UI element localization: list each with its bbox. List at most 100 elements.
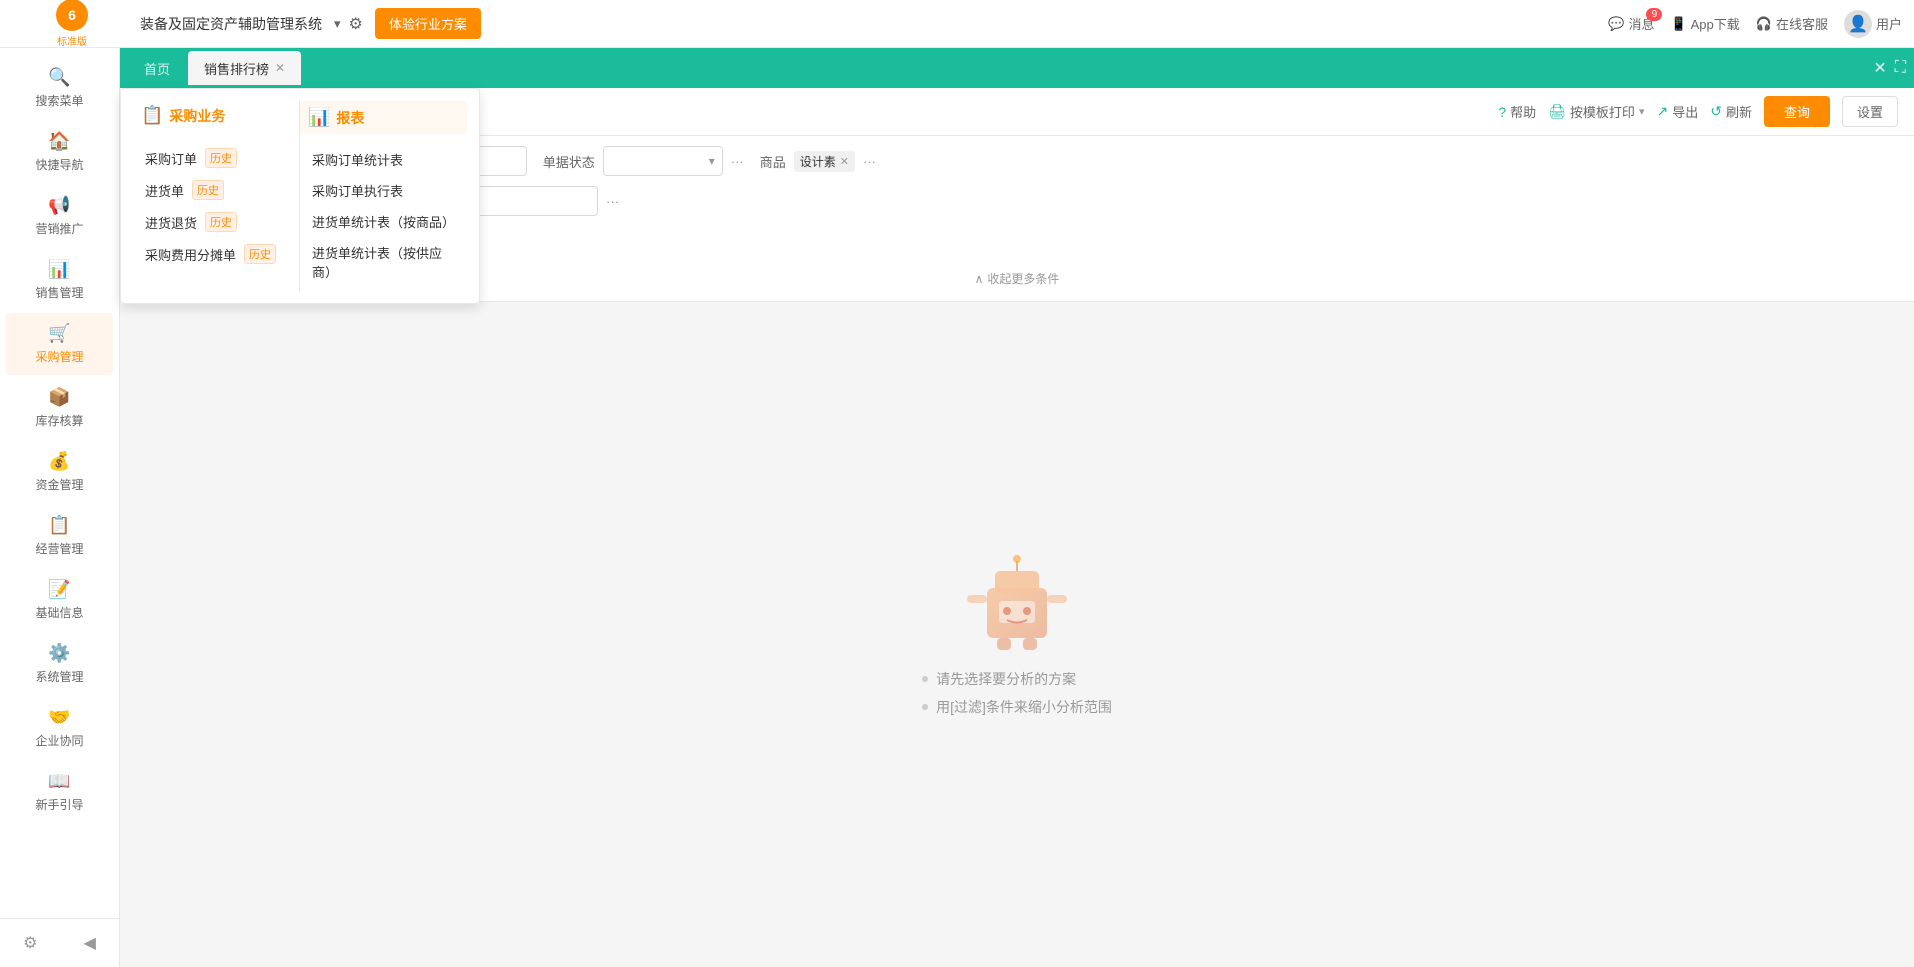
- logo-subtitle: 标准版: [57, 33, 87, 48]
- user-item[interactable]: 👤 用户: [1844, 10, 1902, 38]
- operations-icon: 📋: [48, 515, 70, 536]
- export-label: 导出: [1672, 102, 1698, 121]
- dropdown-grid: 📋 采购业务 采购订单 历史 进货单 历史 进货退货 历史 采购费用分摊单 历史: [133, 101, 467, 291]
- refresh-btn[interactable]: ↺ 刷新: [1710, 102, 1752, 121]
- print-btn[interactable]: 🖨 按模板打印 ▾: [1548, 102, 1644, 121]
- sidebar-item-inventory[interactable]: 📦 库存核算: [6, 377, 113, 439]
- dropdown-item-return[interactable]: 进货退货 历史: [141, 206, 291, 238]
- export-btn[interactable]: ↗ 导出: [1656, 102, 1698, 121]
- tab-bar-actions: ✕ ⛶: [1873, 58, 1906, 78]
- dropdown-item-order-exec[interactable]: 采购订单执行表: [308, 175, 459, 206]
- empty-illustration: [957, 553, 1077, 653]
- sidebar-item-sales[interactable]: 📊 销售管理: [6, 249, 113, 311]
- sidebar-item-system[interactable]: ⚙️ 系统管理: [6, 633, 113, 695]
- sidebar-item-guide[interactable]: 📖 新手引导: [6, 761, 113, 823]
- system-name: 装备及固定资产辅助管理系统: [132, 14, 330, 34]
- sidebar-label-search-menu: 搜索菜单: [35, 92, 83, 109]
- sidebar-collapse-btn[interactable]: ◀: [76, 929, 104, 957]
- refresh-icon: ↺: [1710, 103, 1722, 120]
- tab-bar: 首页 销售排行榜 ✕ ✕ ⛶: [120, 48, 1914, 88]
- goods-filter: 商品 设计素 ✕ ···: [760, 151, 876, 172]
- top-header: 6 标准版 装备及固定资产辅助管理系统 ▾ ⚙ 体验行业方案 💬 消息 9 📱 …: [0, 0, 1914, 48]
- tab-sales-rank[interactable]: 销售排行榜 ✕: [188, 51, 301, 85]
- user-avatar: 👤: [1844, 10, 1872, 38]
- sidebar-item-quick-nav[interactable]: 🏠 快捷导航: [6, 121, 113, 183]
- sidebar-label-marketing: 营销推广: [35, 220, 83, 237]
- purchase-icon: 🛒: [48, 323, 70, 344]
- empty-svg: [957, 553, 1077, 653]
- svg-text:6: 6: [68, 7, 76, 23]
- goods-tag-close[interactable]: ✕: [840, 155, 849, 168]
- sidebar-label-basic-info: 基础信息: [35, 604, 83, 621]
- dropdown-item-inbound[interactable]: 进货单 历史: [141, 174, 291, 206]
- sidebar-bottom: ⚙ ◀: [0, 918, 119, 967]
- sidebar-item-purchase[interactable]: 🛒 采购管理: [6, 313, 113, 375]
- tab-home[interactable]: 首页: [128, 51, 186, 85]
- export-icon: ↗: [1656, 103, 1668, 120]
- sidebar-label-operations: 经营管理: [35, 540, 83, 557]
- sidebar-label-finance: 资金管理: [35, 476, 83, 493]
- reports-col-icon: 📊: [308, 107, 330, 128]
- sidebar-item-finance[interactable]: 💰 资金管理: [6, 441, 113, 503]
- sidebar-item-search-menu[interactable]: 🔍 搜索菜单: [6, 57, 113, 119]
- status-label: 单据状态: [543, 152, 595, 171]
- basic-info-icon: 📝: [48, 579, 70, 600]
- goods-label: 商品: [760, 152, 786, 171]
- goods-tag: 设计素 ✕: [794, 151, 855, 172]
- system-dropdown-icon[interactable]: ▾: [334, 16, 341, 32]
- tab-close-all-icon[interactable]: ✕: [1873, 58, 1886, 78]
- sidebar: 🔍 搜索菜单 🏠 快捷导航 📢 营销推广 📊 销售管理 🛒 采购管理 📦 库存核…: [0, 48, 120, 967]
- collapse-btn[interactable]: ∧ 收起更多条件: [975, 270, 1060, 287]
- status-dots[interactable]: ···: [731, 154, 744, 169]
- empty-text: 请先选择要分析的方案 用[过滤]条件来缩小分析范围: [922, 669, 1112, 717]
- sidebar-settings-btn[interactable]: ⚙: [15, 929, 45, 957]
- dropdown-item-inbound-stats-goods[interactable]: 进货单统计表（按商品）: [308, 206, 459, 237]
- logo-icon: 6: [56, 0, 88, 31]
- goods-dots[interactable]: ···: [863, 154, 876, 169]
- headset-icon: 🎧: [1756, 16, 1772, 32]
- dropdown-item-inbound-stats-supplier[interactable]: 进货单统计表（按供应商）: [308, 237, 459, 287]
- sidebar-item-marketing[interactable]: 📢 营销推广: [6, 185, 113, 247]
- industry-btn[interactable]: 体验行业方案: [375, 8, 481, 39]
- header-settings-icon[interactable]: ⚙: [349, 14, 363, 34]
- dropdown-item-expense[interactable]: 采购费用分摊单 历史: [141, 238, 291, 270]
- sidebar-label-sales: 销售管理: [35, 284, 83, 301]
- tab-expand-icon[interactable]: ⛶: [1895, 59, 1906, 77]
- status-select[interactable]: [603, 146, 723, 176]
- header-right: 💬 消息 9 📱 App下载 🎧 在线客服 👤 用户: [1608, 10, 1902, 38]
- collapse-up-icon: ∧: [975, 272, 984, 286]
- collapse-label: 收起更多条件: [987, 270, 1059, 287]
- purchase-order-history[interactable]: 历史: [205, 148, 237, 168]
- tab-close-icon[interactable]: ✕: [275, 62, 285, 74]
- dropdown-item-purchase-order[interactable]: 采购订单 历史: [141, 142, 291, 174]
- inbound-history[interactable]: 历史: [192, 180, 224, 200]
- sidebar-label-system: 系统管理: [35, 668, 83, 685]
- inbound-stats-goods-label: 进货单统计表（按商品）: [312, 212, 455, 231]
- query-btn[interactable]: 查询: [1764, 96, 1830, 127]
- refresh-label: 刷新: [1726, 102, 1752, 121]
- quick-nav-icon: 🏠: [48, 131, 70, 152]
- empty-state: 请先选择要分析的方案 用[过滤]条件来缩小分析范围: [120, 302, 1914, 967]
- online-service-item[interactable]: 🎧 在线客服: [1756, 14, 1828, 33]
- settings-btn[interactable]: 设置: [1842, 96, 1898, 127]
- search-menu-icon: 🔍: [48, 67, 70, 88]
- order-exec-label: 采购订单执行表: [312, 181, 403, 200]
- dropdown-item-order-stats[interactable]: 采购订单统计表: [308, 144, 459, 175]
- purchase-col-title: 📋 采购业务: [141, 105, 291, 132]
- help-btn[interactable]: ? 帮助: [1498, 102, 1536, 121]
- purchase-order-label: 采购订单: [145, 149, 197, 168]
- sidebar-item-operations[interactable]: 📋 经营管理: [6, 505, 113, 567]
- app-download-item[interactable]: 📱 App下载: [1670, 14, 1739, 33]
- salesperson-dots[interactable]: ···: [606, 194, 619, 209]
- sidebar-label-guide: 新手引导: [35, 796, 83, 813]
- return-history[interactable]: 历史: [205, 212, 237, 232]
- print-label: 按模板打印: [1570, 102, 1635, 121]
- notification-item[interactable]: 💬 消息 9: [1608, 14, 1654, 33]
- return-label: 进货退货: [145, 213, 197, 232]
- expense-history[interactable]: 历史: [244, 244, 276, 264]
- system-icon: ⚙️: [48, 643, 70, 664]
- finance-icon: 💰: [48, 451, 70, 472]
- sidebar-label-cooperation: 企业协同: [35, 732, 83, 749]
- sidebar-item-cooperation[interactable]: 🤝 企业协同: [6, 697, 113, 759]
- sidebar-item-basic-info[interactable]: 📝 基础信息: [6, 569, 113, 631]
